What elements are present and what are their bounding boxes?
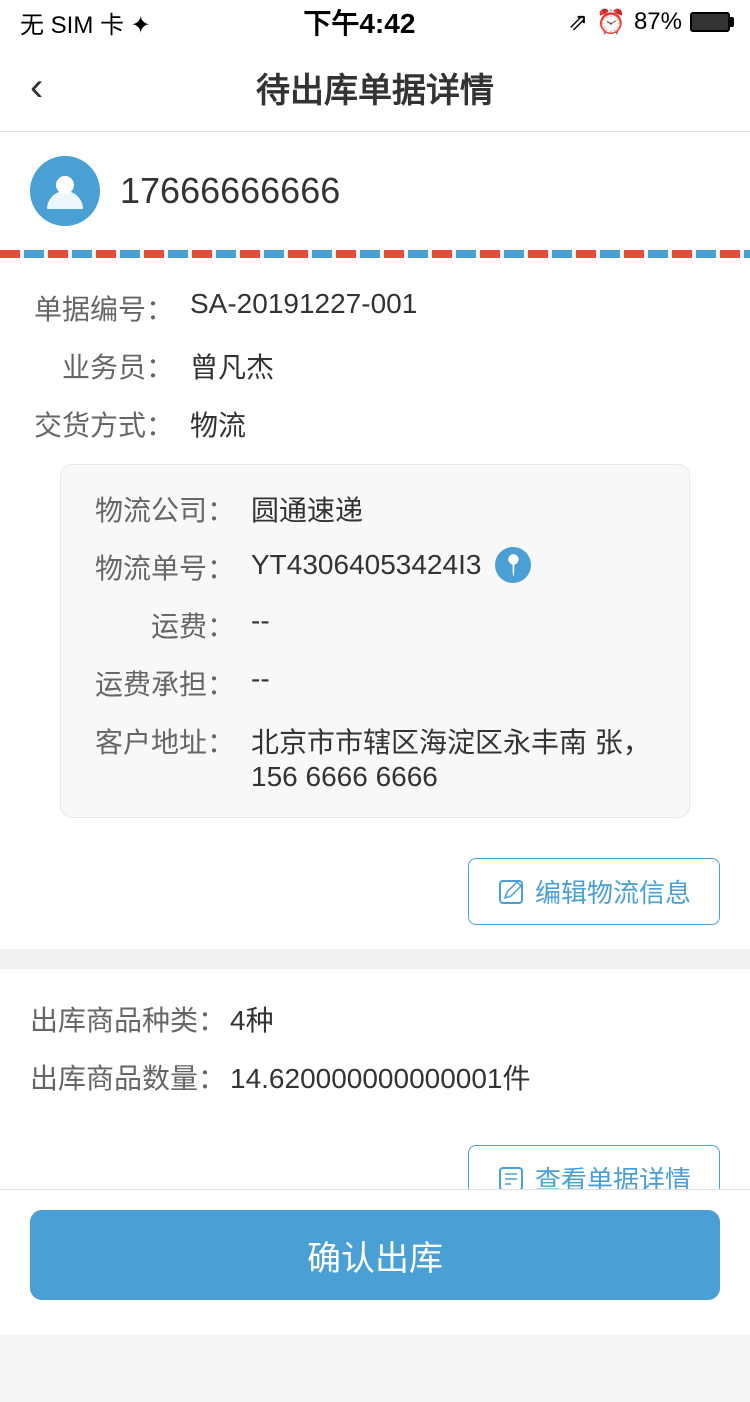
freight-bear-value: -- xyxy=(251,663,659,695)
section-separator xyxy=(0,949,750,969)
status-bar-left: 无 SIM 卡 ✦ xyxy=(20,5,151,40)
delivery-value: 物流 xyxy=(190,404,720,444)
page-title: 待出库单据详情 xyxy=(256,63,494,112)
battery-level: 87% xyxy=(634,8,682,36)
nav-bar: ‹ 待出库单据详情 xyxy=(0,44,750,132)
status-bar-right: ⇗ ⏰ 87% xyxy=(568,8,730,37)
goods-section: 出库商品种类： 4种 出库商品数量： 14.620000000000001件 xyxy=(0,969,750,1135)
status-bar-time: 下午4:42 xyxy=(303,2,415,42)
order-info-section: 单据编号： SA-20191227-001 业务员： 曾凡杰 交货方式： 物流 … xyxy=(0,258,750,858)
order-no-value: SA-20191227-001 xyxy=(190,288,720,320)
address-value: 北京市市辖区海淀区永丰南 张，156 6666 6666 xyxy=(251,721,659,793)
edit-btn-row: 编辑物流信息 xyxy=(0,858,750,949)
edit-logistics-label: 编辑物流信息 xyxy=(535,873,691,910)
avatar xyxy=(30,156,100,226)
freight-bear-label: 运费承担： xyxy=(91,663,251,703)
goods-types-row: 出库商品种类： 4种 xyxy=(30,999,720,1039)
confirm-btn-label: 确认出库 xyxy=(307,1231,443,1280)
battery-icon xyxy=(690,12,730,32)
order-no-label: 单据编号： xyxy=(30,288,190,328)
logistics-card: 物流公司： 圆通速递 物流单号： YT43064053424I3 运费： -- … xyxy=(60,464,690,818)
goods-types-value: 4种 xyxy=(230,999,720,1039)
edit-logistics-button[interactable]: 编辑物流信息 xyxy=(468,858,720,925)
address-row: 客户地址： 北京市市辖区海淀区永丰南 张，156 6666 6666 xyxy=(91,721,659,793)
freight-row: 运费： -- xyxy=(91,605,659,645)
location-icon: ⇗ xyxy=(568,8,588,37)
status-bar: 无 SIM 卡 ✦ 下午4:42 ⇗ ⏰ 87% xyxy=(0,0,750,44)
logistics-tracking-row: 物流单号： YT43064053424I3 xyxy=(91,547,659,587)
back-button[interactable]: ‹ xyxy=(30,65,90,110)
salesman-value: 曾凡杰 xyxy=(190,346,720,386)
freight-value: -- xyxy=(251,605,659,637)
address-label: 客户地址： xyxy=(91,721,251,761)
goods-types-label: 出库商品种类： xyxy=(30,999,230,1039)
salesman-label: 业务员： xyxy=(30,346,190,386)
logistics-company-label: 物流公司： xyxy=(91,489,251,529)
logistics-company-row: 物流公司： 圆通速递 xyxy=(91,489,659,529)
freight-label: 运费： xyxy=(91,605,251,645)
logistics-company-value: 圆通速递 xyxy=(251,489,659,529)
confirm-btn-wrap: 确认出库 xyxy=(0,1189,750,1334)
salesman-row: 业务员： 曾凡杰 xyxy=(30,346,720,386)
alarm-icon: ⏰ xyxy=(596,8,626,37)
sim-status: 无 SIM 卡 ✦ xyxy=(20,5,151,40)
order-no-row: 单据编号： SA-20191227-001 xyxy=(30,288,720,328)
goods-quantity-value: 14.620000000000001件 xyxy=(230,1057,720,1097)
logistics-tracking-value: YT43064053424I3 xyxy=(251,547,659,583)
dashed-divider xyxy=(0,250,750,258)
map-location-icon[interactable] xyxy=(495,547,531,583)
customer-phone: 17666666666 xyxy=(120,170,340,212)
confirm-outbound-button[interactable]: 确认出库 xyxy=(30,1210,720,1300)
goods-quantity-label: 出库商品数量： xyxy=(30,1057,230,1097)
goods-quantity-row: 出库商品数量： 14.620000000000001件 xyxy=(30,1057,720,1097)
tracking-number-text: YT43064053424I3 xyxy=(251,549,481,581)
logistics-tracking-label: 物流单号： xyxy=(91,547,251,587)
customer-row: 17666666666 xyxy=(0,132,750,250)
delivery-row: 交货方式： 物流 xyxy=(30,404,720,444)
delivery-label: 交货方式： xyxy=(30,404,190,444)
freight-bear-row: 运费承担： -- xyxy=(91,663,659,703)
